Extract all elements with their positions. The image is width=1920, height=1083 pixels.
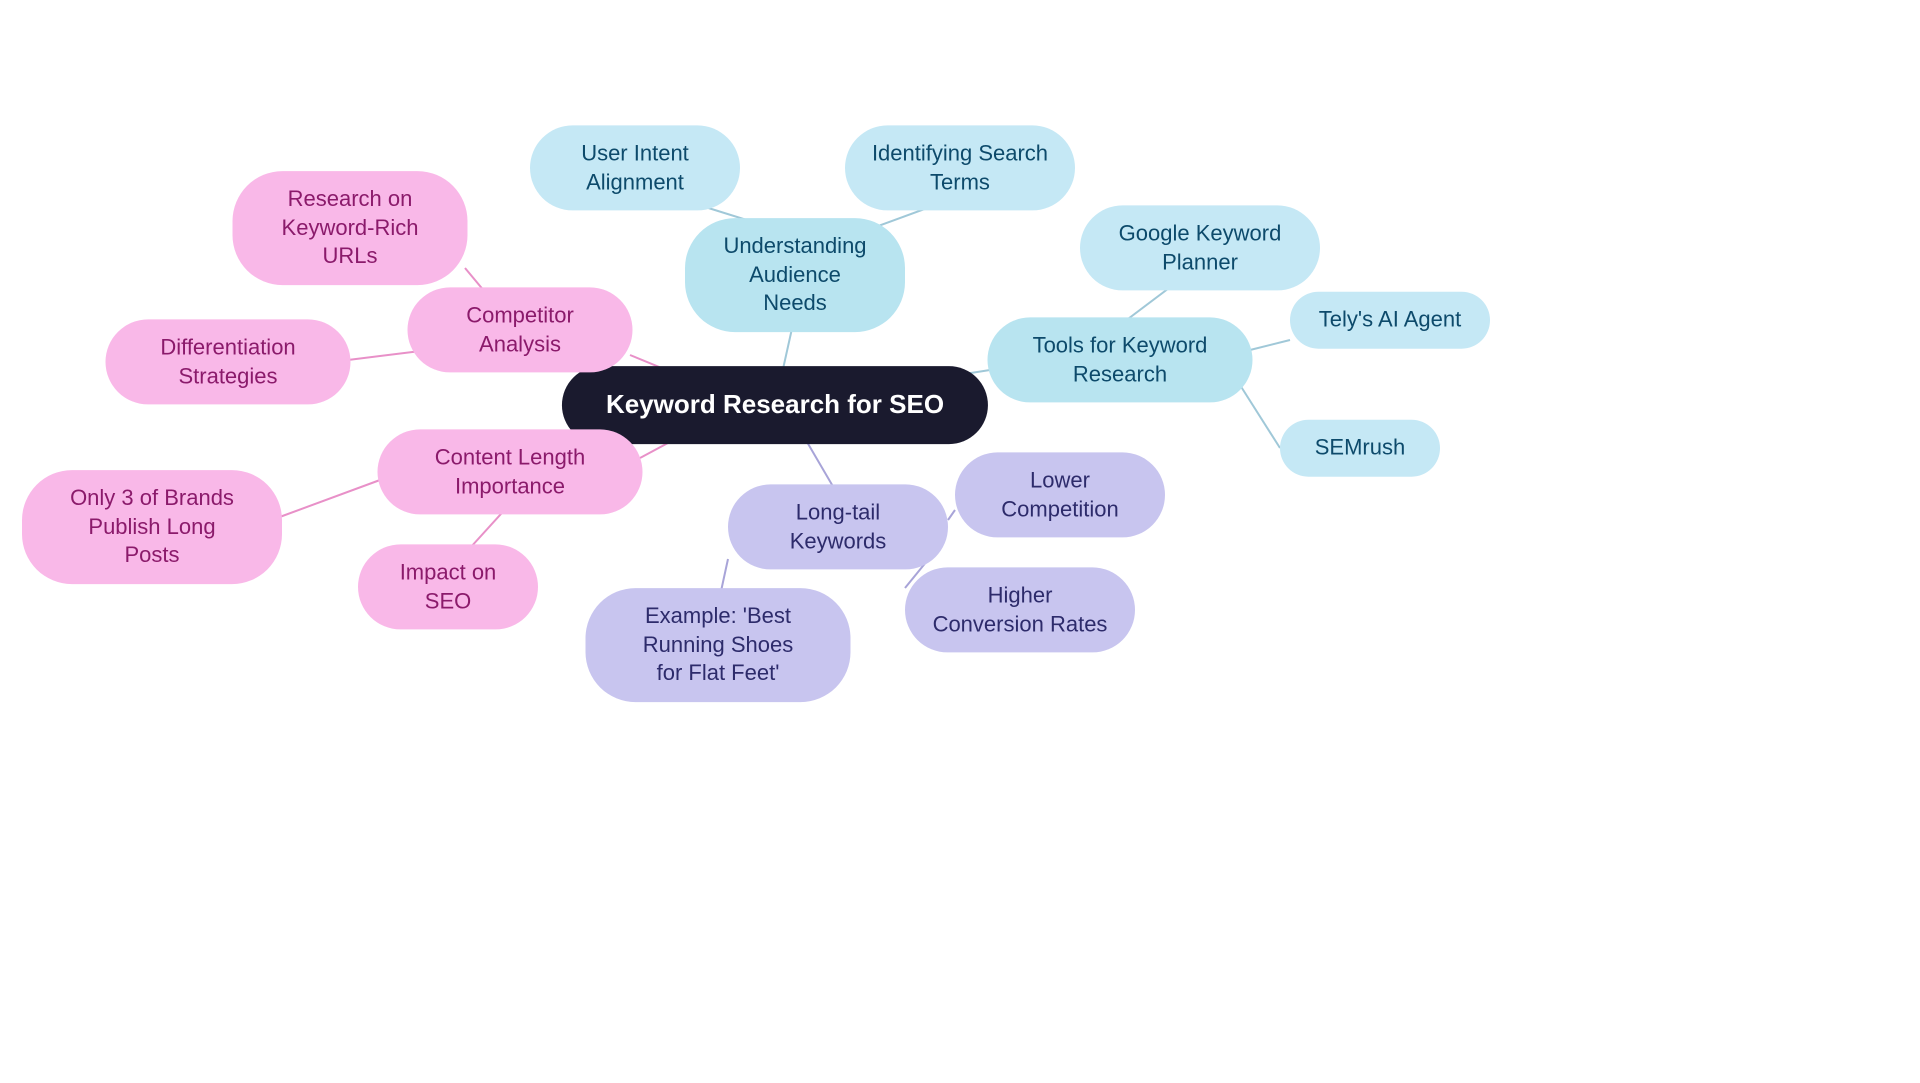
identifying-search-node: Identifying Search Terms [845, 125, 1075, 210]
competitor-analysis-node: Competitor Analysis [408, 287, 633, 372]
differentiation-node: Differentiation Strategies [106, 319, 351, 404]
research-urls-node: Research on Keyword-Rich URLs [233, 171, 468, 285]
long-tail-node: Long-tail Keywords [728, 484, 948, 569]
understanding-audience-node: Understanding Audience Needs [685, 218, 905, 332]
impact-seo-node: Impact on SEO [358, 544, 538, 629]
tools-keyword-node: Tools for Keyword Research [988, 317, 1253, 402]
semrush-node: SEMrush [1280, 420, 1440, 477]
tely-agent-node: Tely's AI Agent [1290, 292, 1490, 349]
higher-conversion-node: Higher Conversion Rates [905, 567, 1135, 652]
example-running-node: Example: 'Best Running Shoes for Flat Fe… [586, 588, 851, 702]
google-keyword-node: Google Keyword Planner [1080, 205, 1320, 290]
user-intent-node: User Intent Alignment [530, 125, 740, 210]
only-brands-node: Only 3 of Brands Publish Long Posts [22, 470, 282, 584]
center-node: Keyword Research for SEO [562, 366, 988, 444]
lower-competition-node: Lower Competition [955, 452, 1165, 537]
content-length-node: Content Length Importance [378, 429, 643, 514]
